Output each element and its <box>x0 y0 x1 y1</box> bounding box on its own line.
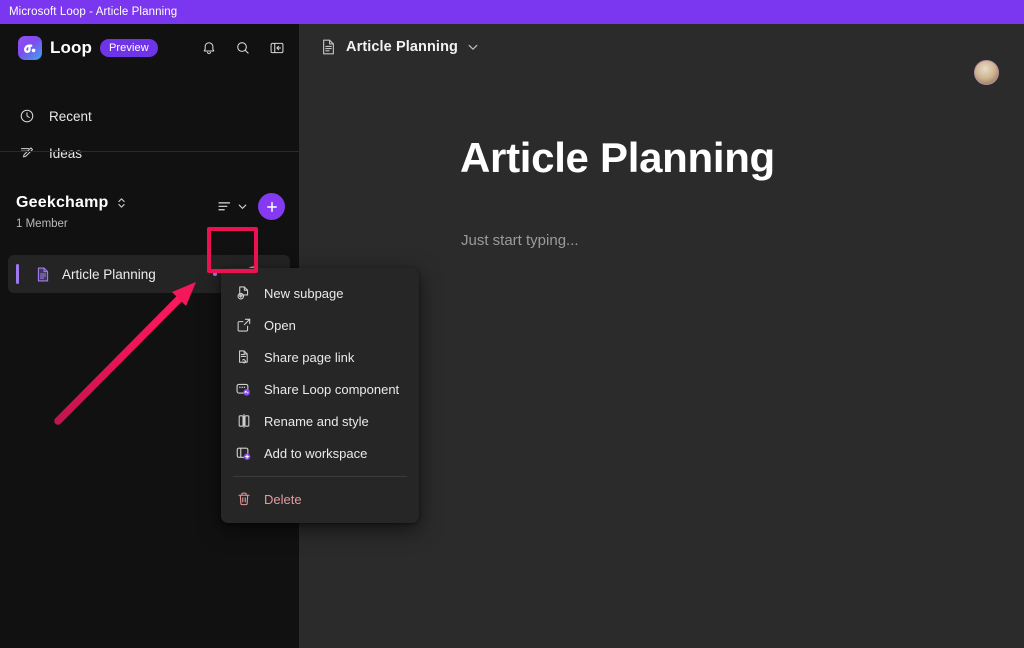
workspace-member-count: 1 Member <box>16 218 68 230</box>
chevron-down-icon[interactable] <box>467 41 479 53</box>
share-loop-component-icon <box>235 381 252 398</box>
menu-item-share-page-link[interactable]: Share page link <box>221 341 419 373</box>
user-avatar[interactable] <box>974 60 999 85</box>
sidebar-divider <box>0 151 299 152</box>
menu-item-label: Delete <box>264 491 302 507</box>
menu-item-share-loop-component[interactable]: Share Loop component <box>221 373 419 405</box>
share-page-link-icon <box>235 349 252 366</box>
workspace-switcher[interactable]: Geekchamp <box>16 194 127 212</box>
rename-style-icon <box>235 413 252 430</box>
workspace-name: Geekchamp <box>16 194 109 211</box>
menu-item-label: Open <box>264 317 296 333</box>
notifications-bell-icon[interactable] <box>199 38 219 58</box>
sidebar-item-recent[interactable]: Recent <box>18 107 92 125</box>
menu-item-label: Add to workspace <box>264 445 368 461</box>
new-subpage-icon <box>235 285 252 302</box>
sidebar-header: Loop Preview Recent Ideas <box>0 24 299 161</box>
menu-item-label: Rename and style <box>264 413 369 429</box>
menu-item-label: Share page link <box>264 349 355 365</box>
preview-badge: Preview <box>99 39 158 57</box>
sidebar-item-label: Ideas <box>49 145 83 161</box>
page-context-menu: New subpage Open Share page link Share L… <box>221 268 419 523</box>
open-external-icon <box>235 317 252 334</box>
brand-row[interactable]: Loop Preview <box>18 36 158 60</box>
brand-name: Loop <box>50 38 92 57</box>
menu-divider <box>233 476 407 477</box>
app-window: Microsoft Loop - Article Planning Loop P… <box>0 0 1024 648</box>
document-header-title: Article Planning <box>346 39 458 55</box>
sort-lines-icon[interactable] <box>216 197 248 216</box>
menu-item-label: New subpage <box>264 285 344 301</box>
page-title-label: Article Planning <box>62 266 156 282</box>
page-selected-accent <box>16 264 19 284</box>
window-title: Microsoft Loop - Article Planning <box>9 6 178 18</box>
menu-item-label: Share Loop component <box>264 381 400 397</box>
window-titlebar: Microsoft Loop - Article Planning <box>0 0 1024 24</box>
loop-logo-icon <box>18 36 42 60</box>
menu-item-add-to-workspace[interactable]: Add to workspace <box>221 437 419 469</box>
trash-icon <box>235 491 252 508</box>
menu-item-rename-and-style[interactable]: Rename and style <box>221 405 419 437</box>
document-header[interactable]: Article Planning <box>320 38 479 56</box>
search-icon[interactable] <box>233 38 253 58</box>
page-doc-icon <box>35 266 51 283</box>
clock-icon <box>18 107 36 125</box>
document-body-placeholder[interactable]: Just start typing... <box>461 232 579 249</box>
workspace-actions <box>216 193 285 220</box>
menu-item-delete[interactable]: Delete <box>221 483 419 515</box>
collapse-panel-icon[interactable] <box>267 38 287 58</box>
add-page-button[interactable] <box>258 193 285 220</box>
menu-item-new-subpage[interactable]: New subpage <box>221 277 419 309</box>
sidebar-item-label: Recent <box>49 108 92 124</box>
add-to-workspace-icon <box>235 445 252 462</box>
sidebar-item-ideas[interactable]: Ideas <box>18 144 82 162</box>
menu-item-open[interactable]: Open <box>221 309 419 341</box>
document-title[interactable]: Article Planning <box>460 134 775 182</box>
pencil-lines-icon <box>18 144 36 162</box>
workspace-expand-icon <box>116 196 127 210</box>
sidebar-header-icons <box>199 38 287 58</box>
doc-icon <box>320 38 337 56</box>
